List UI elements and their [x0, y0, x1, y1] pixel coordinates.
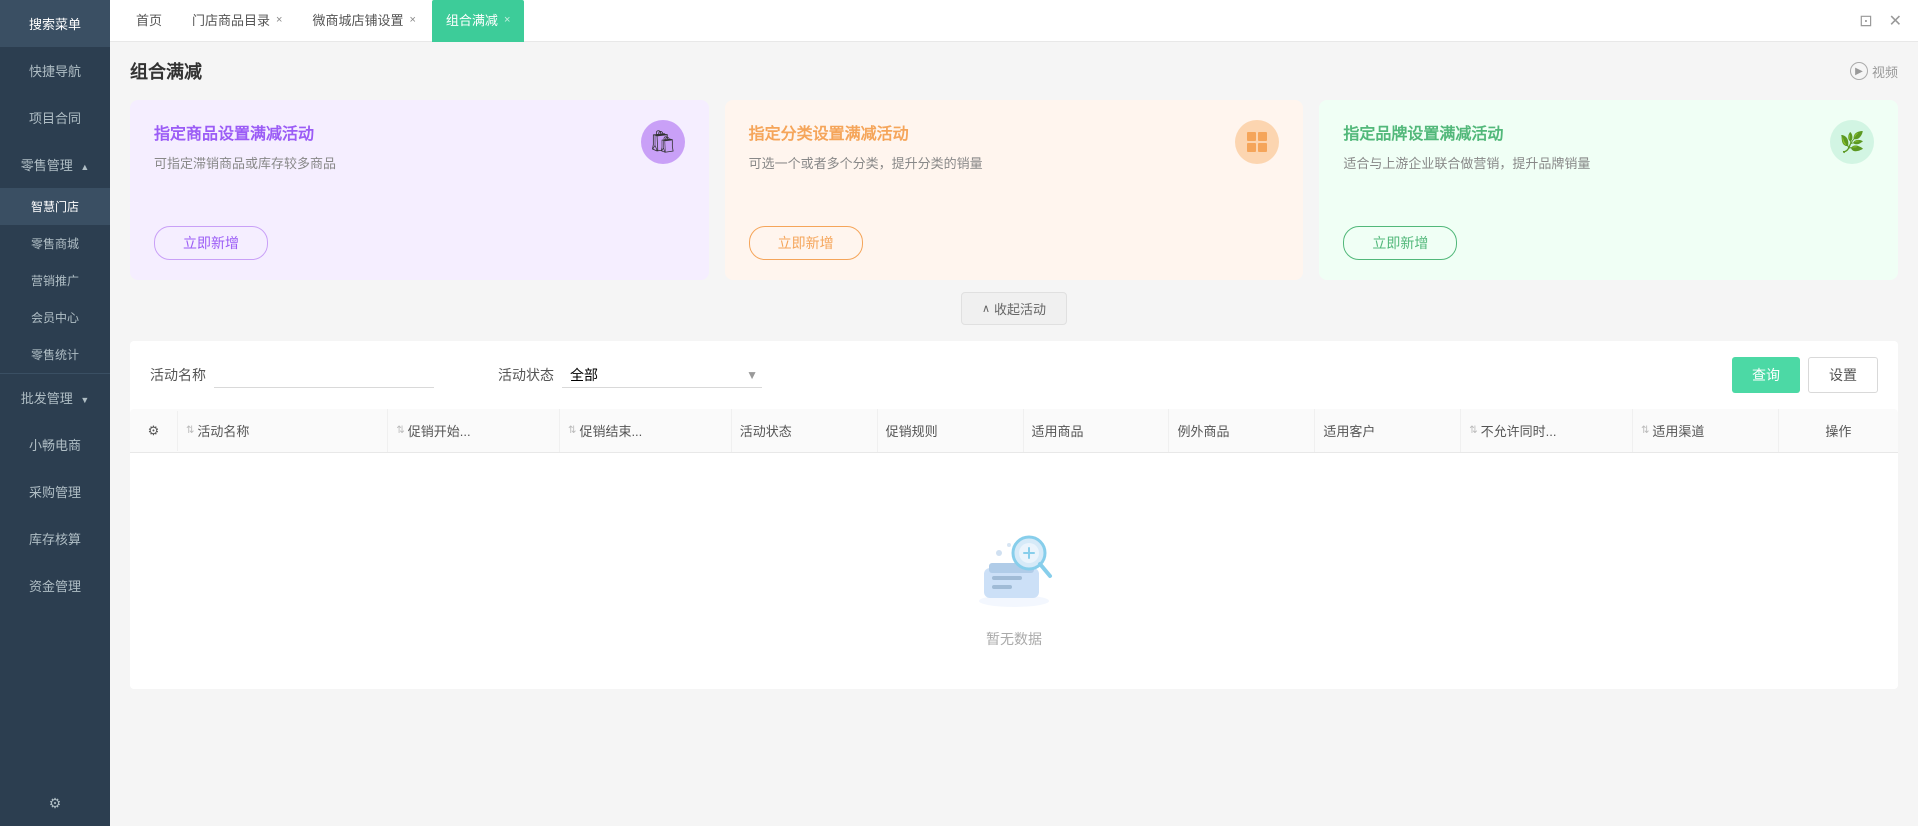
collapse-activities-btn[interactable]: ∧ 收起活动 [961, 292, 1067, 325]
th-rule: 促销规则 [878, 409, 1024, 452]
card-brand-icon: 🌿 [1830, 120, 1874, 164]
sidebar-item-xiaoyang-ecom[interactable]: 小畅电商 [0, 421, 110, 468]
empty-text: 暂无数据 [986, 629, 1042, 649]
query-btn[interactable]: 查询 [1732, 357, 1800, 393]
th-except: 例外商品 [1169, 409, 1315, 452]
collapse-bar: ∧ 收起活动 [130, 292, 1898, 325]
tab-close-combo-discount[interactable]: × [504, 14, 510, 26]
filter-row: 活动名称 活动状态 全部 进行中 已结束 未开始 ▼ [130, 341, 1898, 409]
content-panel: 活动名称 活动状态 全部 进行中 已结束 未开始 ▼ [130, 341, 1898, 689]
data-table: ⚙ ⇅ 活动名称 ⇅ 促销开始... ⇅ 促销结束... [130, 409, 1898, 689]
sidebar-item-retail-stats[interactable]: 零售统计 [0, 336, 110, 373]
tab-mini-store-settings[interactable]: 微商城店铺设置 × [298, 0, 429, 42]
card-category-add-btn[interactable]: 立即新增 [749, 226, 863, 260]
sidebar-item-quick-nav[interactable]: 快捷导航 [0, 47, 110, 94]
sidebar-item-inventory[interactable]: 库存核算 [0, 515, 110, 562]
tabs-bar: 首页 门店商品目录 × 微商城店铺设置 × 组合满减 × ⊡ ✕ [110, 0, 1918, 42]
filter-activity-status: 活动状态 全部 进行中 已结束 未开始 ▼ [498, 363, 762, 388]
sidebar-item-member-center[interactable]: 会员中心 [0, 299, 110, 336]
page-content: 组合满减 ▶ 视频 🛍 指定商品设置满减活动 可指定滞销商品或库存较多商品 立即… [110, 42, 1918, 826]
tab-combo-discount[interactable]: 组合满减 × [432, 0, 524, 42]
th-status: 活动状态 [732, 409, 878, 452]
card-category: 指定分类设置满减活动 可选一个或者多个分类，提升分类的销量 立即新增 [725, 100, 1304, 280]
play-icon: ▶ [1850, 62, 1868, 80]
th-customer: 适用客户 [1315, 409, 1461, 452]
sidebar: 搜索菜单 快捷导航 项目合同 零售管理 智慧门店 零售商城 营销推广 会员中心 … [0, 0, 110, 826]
tab-home[interactable]: 首页 [122, 0, 176, 42]
sidebar-item-retail-mall[interactable]: 零售商城 [0, 225, 110, 262]
th-action: 操作 [1779, 409, 1898, 452]
card-brand-desc: 适合与上游企业联合做营销，提升品牌销量 [1343, 154, 1874, 210]
card-goods-desc: 可指定滞销商品或库存较多商品 [154, 154, 685, 210]
video-link[interactable]: ▶ 视频 [1850, 62, 1898, 81]
tab-store-catalog[interactable]: 门店商品目录 × [178, 0, 296, 42]
sort-start-icon: ⇅ [396, 425, 404, 436]
card-goods-title: 指定商品设置满减活动 [154, 120, 685, 144]
th-notallow[interactable]: ⇅ 不允许同时... [1461, 409, 1633, 452]
gear-icon: ⚙ [49, 795, 62, 811]
tab-close-store-catalog[interactable]: × [276, 14, 282, 26]
chevron-up-icon: ∧ [982, 302, 990, 315]
sort-notallow-icon: ⇅ [1469, 425, 1477, 436]
sidebar-item-capital-mgmt[interactable]: 资金管理 [0, 562, 110, 609]
empty-state: 暂无数据 [130, 453, 1898, 689]
th-end[interactable]: ⇅ 促销结束... [560, 409, 732, 452]
sidebar-item-marketing[interactable]: 营销推广 [0, 262, 110, 299]
tab-close-mini-store-settings[interactable]: × [409, 14, 415, 26]
window-close-btn[interactable]: ✕ [1885, 7, 1906, 35]
page-title: 组合满减 [130, 58, 202, 84]
sidebar-item-purchase-mgmt[interactable]: 采购管理 [0, 468, 110, 515]
card-goods-add-btn[interactable]: 立即新增 [154, 226, 268, 260]
sidebar-item-project-contract[interactable]: 项目合同 [0, 94, 110, 141]
table-settings-icon: ⚙ [148, 423, 160, 439]
th-name[interactable]: ⇅ 活动名称 [178, 409, 388, 452]
card-category-desc: 可选一个或者多个分类，提升分类的销量 [749, 154, 1280, 210]
card-category-title: 指定分类设置满减活动 [749, 120, 1280, 144]
sort-end-icon: ⇅ [568, 425, 576, 436]
filter-actions: 查询 设置 [1732, 357, 1878, 393]
filter-activity-status-wrapper: 全部 进行中 已结束 未开始 ▼ [562, 363, 762, 388]
settings-btn[interactable]: 设置 [1808, 357, 1878, 393]
page-header: 组合满减 ▶ 视频 [130, 58, 1898, 84]
activity-cards: 🛍 指定商品设置满减活动 可指定滞销商品或库存较多商品 立即新增 指定分类设置满… [130, 100, 1898, 280]
sidebar-item-wholesale-mgmt[interactable]: 批发管理 [0, 374, 110, 421]
th-start[interactable]: ⇅ 促销开始... [388, 409, 560, 452]
filter-activity-name: 活动名称 [150, 363, 434, 388]
card-brand-add-btn[interactable]: 立即新增 [1343, 226, 1457, 260]
chevron-down-icon: ▼ [746, 368, 758, 382]
tabs-right-controls: ⊡ ✕ [1855, 7, 1906, 35]
table-header: ⚙ ⇅ 活动名称 ⇅ 促销开始... ⇅ 促销结束... [130, 409, 1898, 453]
sidebar-item-smart-store[interactable]: 智慧门店 [0, 188, 110, 225]
empty-illustration [954, 513, 1074, 613]
th-settings[interactable]: ⚙ [130, 411, 178, 451]
sidebar-item-retail-mgmt[interactable]: 零售管理 [0, 141, 110, 188]
sort-name-icon: ⇅ [186, 425, 194, 436]
sort-channel-icon: ⇅ [1641, 425, 1649, 436]
filter-activity-status-select[interactable]: 全部 进行中 已结束 未开始 [562, 363, 746, 387]
th-channel[interactable]: ⇅ 适用渠道 [1633, 409, 1779, 452]
card-goods-icon: 🛍 [641, 120, 685, 164]
main-area: 首页 门店商品目录 × 微商城店铺设置 × 组合满减 × ⊡ ✕ 组合满减 ▶ … [110, 0, 1918, 826]
sidebar-item-search-menu[interactable]: 搜索菜单 [0, 0, 110, 47]
filter-activity-name-label: 活动名称 [150, 365, 206, 385]
window-expand-btn[interactable]: ⊡ [1855, 7, 1876, 35]
filter-activity-name-input[interactable] [214, 363, 434, 388]
filter-activity-status-label: 活动状态 [498, 365, 554, 385]
th-goods: 适用商品 [1024, 409, 1170, 452]
sidebar-settings-btn[interactable]: ⚙ [0, 781, 110, 826]
card-goods: 🛍 指定商品设置满减活动 可指定滞销商品或库存较多商品 立即新增 [130, 100, 709, 280]
card-brand-title: 指定品牌设置满减活动 [1343, 120, 1874, 144]
card-brand: 🌿 指定品牌设置满减活动 适合与上游企业联合做营销，提升品牌销量 立即新增 [1319, 100, 1898, 280]
